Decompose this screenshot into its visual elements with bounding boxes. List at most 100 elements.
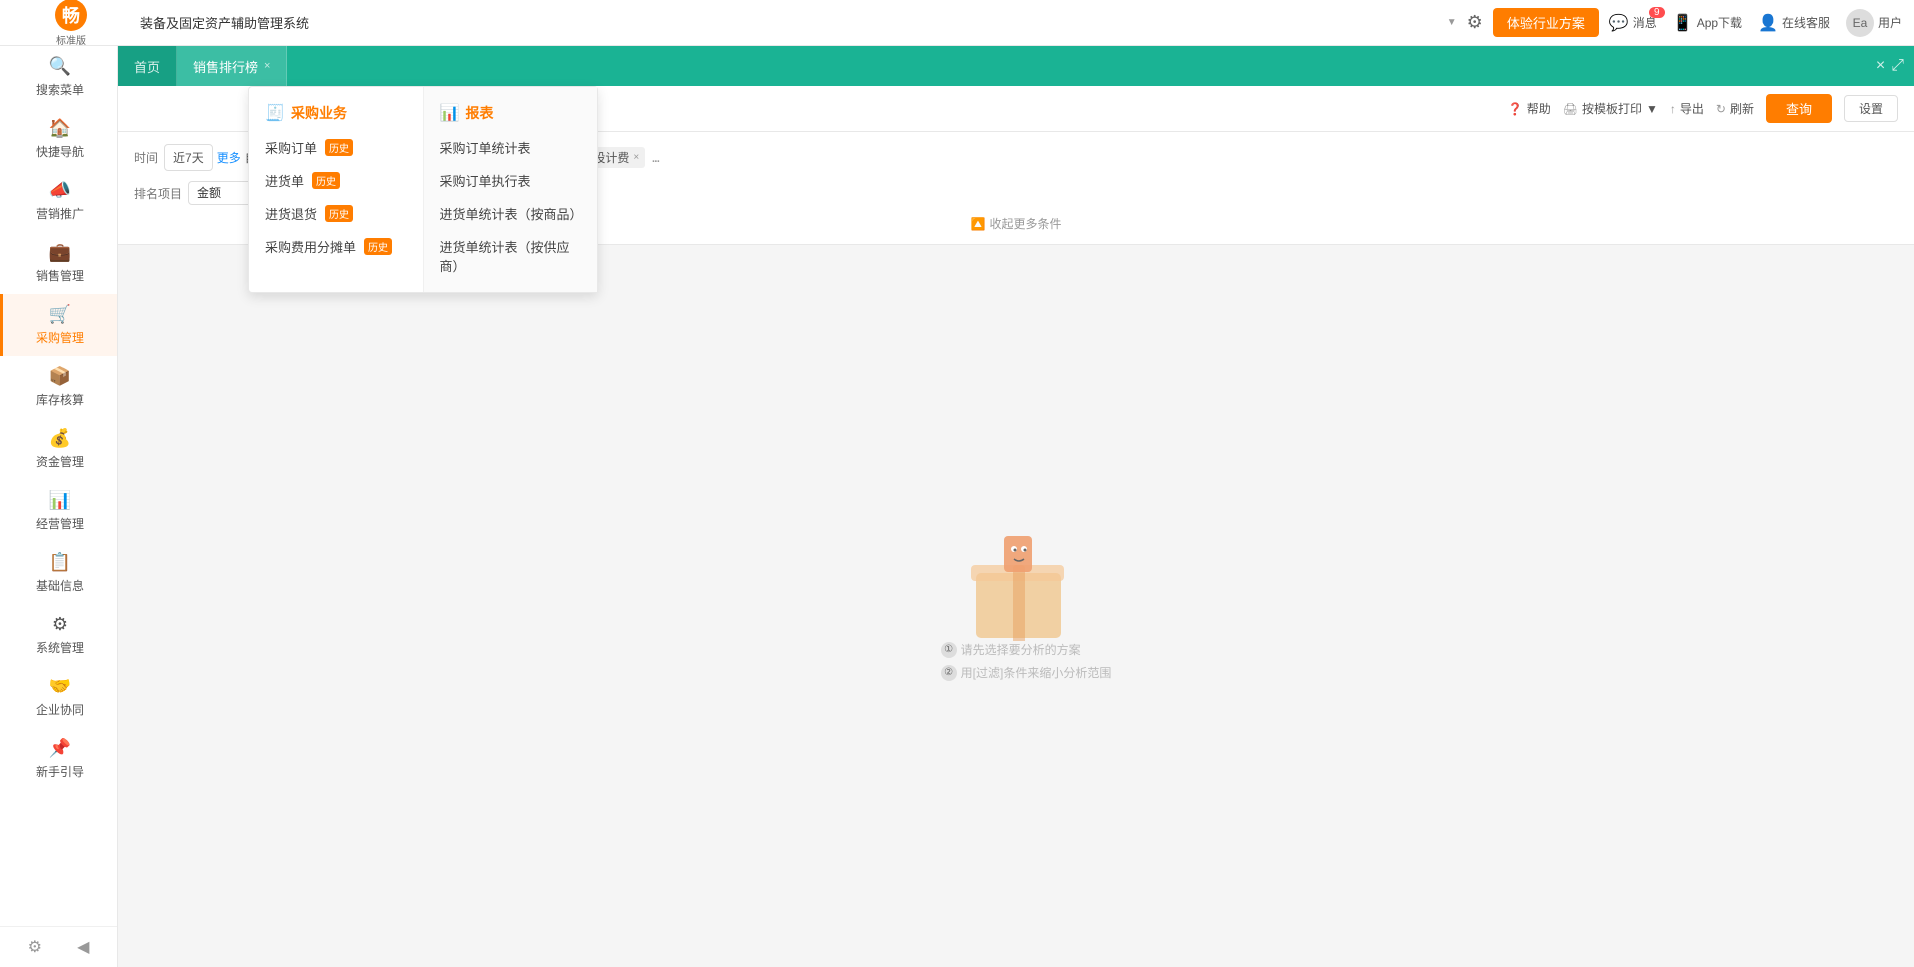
tab-sales-rank[interactable]: 销售排行榜 × bbox=[177, 46, 287, 86]
tab-sales-rank-label: 销售排行榜 bbox=[193, 57, 258, 76]
print-btn[interactable]: 🖨 按模板打印 ▼ bbox=[1563, 100, 1658, 117]
hint2-text: 用[过滤]条件来缩小分析范围 bbox=[961, 664, 1112, 681]
messages-badge: 9 bbox=[1649, 7, 1665, 18]
report-col-icon: 📊 bbox=[440, 103, 460, 123]
dropdown-item-incoming[interactable]: 进货单 历史 bbox=[249, 164, 423, 197]
user-btn[interactable]: Ea 用户 bbox=[1846, 9, 1902, 37]
goods-tag-text: 设计费 bbox=[593, 149, 629, 166]
finance-icon: 💰 bbox=[49, 428, 71, 449]
messages-btn[interactable]: 💬 消息 9 bbox=[1609, 13, 1657, 33]
search-icon: 🔍 bbox=[49, 56, 71, 77]
dropdown-item-incoming-stat-goods[interactable]: 进货单统计表（按商品） bbox=[424, 197, 598, 230]
collapse-up-icon: 🔼 bbox=[971, 217, 986, 231]
sidebar: 🔍 搜索菜单 🏠 快捷导航 📣 营销推广 💼 销售管理 🛒 采购管理 📦 库存核… bbox=[0, 46, 118, 967]
logo-subtitle: 标准版 bbox=[56, 32, 86, 47]
sidebar-item-sales[interactable]: 💼 销售管理 bbox=[0, 232, 117, 294]
purchase-order-stat-label: 采购订单统计表 bbox=[440, 138, 531, 157]
dropdown-item-incoming-stat-supplier[interactable]: 进货单统计表（按供应商） bbox=[424, 230, 598, 282]
query-btn[interactable]: 查询 bbox=[1766, 94, 1832, 123]
goods-ellipsis[interactable]: ... bbox=[651, 149, 658, 167]
help-btn[interactable]: ❓ 帮助 bbox=[1508, 100, 1551, 117]
settings-btn[interactable]: 设置 bbox=[1844, 95, 1898, 122]
marketing-icon: 📣 bbox=[49, 180, 71, 201]
system-title: 装备及固定资产辅助管理系统 bbox=[140, 13, 1437, 32]
date-7d-btn[interactable]: 近7天 bbox=[164, 144, 213, 171]
refresh-btn[interactable]: ↻ 刷新 bbox=[1716, 100, 1754, 117]
sidebar-item-label: 基础信息 bbox=[36, 577, 84, 594]
sidebar-item-operations[interactable]: 📊 经营管理 bbox=[0, 480, 117, 542]
dropdown-item-return[interactable]: 进货退货 历史 bbox=[249, 197, 423, 230]
purchase-order-label: 采购订单 bbox=[265, 138, 317, 157]
sidebar-item-label: 库存核算 bbox=[36, 391, 84, 408]
dropdown-item-purchase-order[interactable]: 采购订单 历史 bbox=[249, 131, 423, 164]
rank-label: 排名项目 bbox=[134, 185, 182, 202]
sidebar-item-system[interactable]: ⚙ 系统管理 bbox=[0, 604, 117, 666]
logo-icon: 畅 bbox=[55, 0, 87, 31]
dropdown-col1-header: 🧾 采购业务 bbox=[249, 97, 423, 131]
dropdown-item-purchase-order-exec[interactable]: 采购订单执行表 bbox=[424, 164, 598, 197]
sidebar-bottom: ⚙ ◀ bbox=[0, 926, 117, 967]
sidebar-item-inventory[interactable]: 📦 库存核算 bbox=[0, 356, 117, 418]
online-service-label: 在线客服 bbox=[1782, 14, 1830, 31]
sidebar-settings-btn[interactable]: ⚙ bbox=[28, 937, 42, 957]
goods-tag-close[interactable]: × bbox=[633, 152, 639, 163]
app-icon: 📱 bbox=[1673, 13, 1693, 33]
collapse-btn[interactable]: 🔼 收起更多条件 bbox=[971, 215, 1062, 232]
empty-hints: ① 请先选择要分析的方案 ② 用[过滤]条件来缩小分析范围 bbox=[941, 641, 1112, 681]
industry-btn[interactable]: 体验行业方案 bbox=[1493, 8, 1599, 37]
sidebar-item-label: 销售管理 bbox=[36, 267, 84, 284]
tab-home[interactable]: 首页 bbox=[118, 46, 177, 86]
tab-action-expand[interactable]: ⤢ bbox=[1891, 57, 1904, 75]
tab-bar: 首页 销售排行榜 × × ⤢ bbox=[118, 46, 1914, 86]
dropdown-item-purchase-order-stat[interactable]: 采购订单统计表 bbox=[424, 131, 598, 164]
tab-close-icon[interactable]: × bbox=[264, 60, 270, 72]
hist-badge-1: 历史 bbox=[325, 139, 353, 156]
hist-badge-2: 历史 bbox=[312, 172, 340, 189]
sidebar-item-purchase[interactable]: 🛒 采购管理 bbox=[0, 294, 117, 356]
hist-badge-3: 历史 bbox=[325, 205, 353, 222]
export-btn[interactable]: ↑ 导出 bbox=[1670, 100, 1704, 117]
home-icon: 🏠 bbox=[49, 118, 71, 139]
user-label: 用户 bbox=[1878, 14, 1902, 31]
purchase-icon: 🛒 bbox=[49, 304, 71, 325]
dropdown-menu[interactable]: 🧾 采购业务 采购订单 历史 进货单 历史 进货退货 历史 bbox=[248, 86, 598, 293]
app-download-btn[interactable]: 📱 App下载 bbox=[1673, 13, 1742, 33]
logo-area: 畅 标准版 bbox=[12, 0, 130, 47]
operations-icon: 📊 bbox=[49, 490, 71, 511]
sidebar-item-finance[interactable]: 💰 资金管理 bbox=[0, 418, 117, 480]
sidebar-item-label: 企业协同 bbox=[36, 701, 84, 718]
dropdown-col-report: 📊 报表 采购订单统计表 采购订单执行表 进货单统计表（按商品） 进货单统计表（… bbox=[424, 87, 598, 292]
top-bar-right: 💬 消息 9 📱 App下载 👤 在线客服 Ea 用户 bbox=[1609, 9, 1902, 37]
sidebar-item-quick-nav[interactable]: 🏠 快捷导航 bbox=[0, 108, 117, 170]
app-download-label: App下载 bbox=[1697, 14, 1742, 31]
incoming-stat-supplier-label: 进货单统计表（按供应商） bbox=[440, 237, 582, 275]
sidebar-item-guide[interactable]: 📌 新手引导 bbox=[0, 728, 117, 790]
col2-title: 报表 bbox=[466, 103, 494, 123]
dropdown-item-expense[interactable]: 采购费用分摊单 历史 bbox=[249, 230, 423, 263]
topbar-settings-icon[interactable]: ⚙ bbox=[1467, 12, 1483, 33]
sidebar-item-label: 营销推广 bbox=[36, 205, 84, 222]
sidebar-item-marketing[interactable]: 📣 营销推广 bbox=[0, 170, 117, 232]
sidebar-item-search[interactable]: 🔍 搜索菜单 bbox=[0, 46, 117, 108]
sidebar-item-basic-info[interactable]: 📋 基础信息 bbox=[0, 542, 117, 604]
print-dropdown-icon[interactable]: ▼ bbox=[1646, 102, 1658, 116]
main-layout: 🔍 搜索菜单 🏠 快捷导航 📣 营销推广 💼 销售管理 🛒 采购管理 📦 库存核… bbox=[0, 46, 1914, 967]
sidebar-item-label: 系统管理 bbox=[36, 639, 84, 656]
date-more-link[interactable]: 更多 bbox=[217, 149, 241, 166]
sidebar-item-enterprise[interactable]: 🤝 企业协同 bbox=[0, 666, 117, 728]
service-icon: 👤 bbox=[1758, 13, 1778, 33]
messages-icon: 💬 bbox=[1609, 13, 1629, 33]
tab-bar-actions: × ⤢ bbox=[1876, 57, 1914, 75]
tab-action-close[interactable]: × bbox=[1876, 57, 1885, 75]
sidebar-item-label: 采购管理 bbox=[36, 329, 84, 346]
guide-icon: 📌 bbox=[49, 738, 71, 759]
collapse-label: 收起更多条件 bbox=[989, 215, 1061, 232]
purchase-col-icon: 🧾 bbox=[265, 103, 285, 123]
refresh-icon: ↻ bbox=[1716, 102, 1726, 116]
sidebar-collapse-btn[interactable]: ◀ bbox=[77, 937, 89, 957]
system-title-dropdown[interactable]: ▼ bbox=[1447, 17, 1457, 28]
system-icon: ⚙ bbox=[52, 614, 68, 635]
incoming-stat-goods-label: 进货单统计表（按商品） bbox=[440, 204, 582, 223]
hint2-num: ② bbox=[941, 665, 957, 681]
online-service-btn[interactable]: 👤 在线客服 bbox=[1758, 13, 1830, 33]
